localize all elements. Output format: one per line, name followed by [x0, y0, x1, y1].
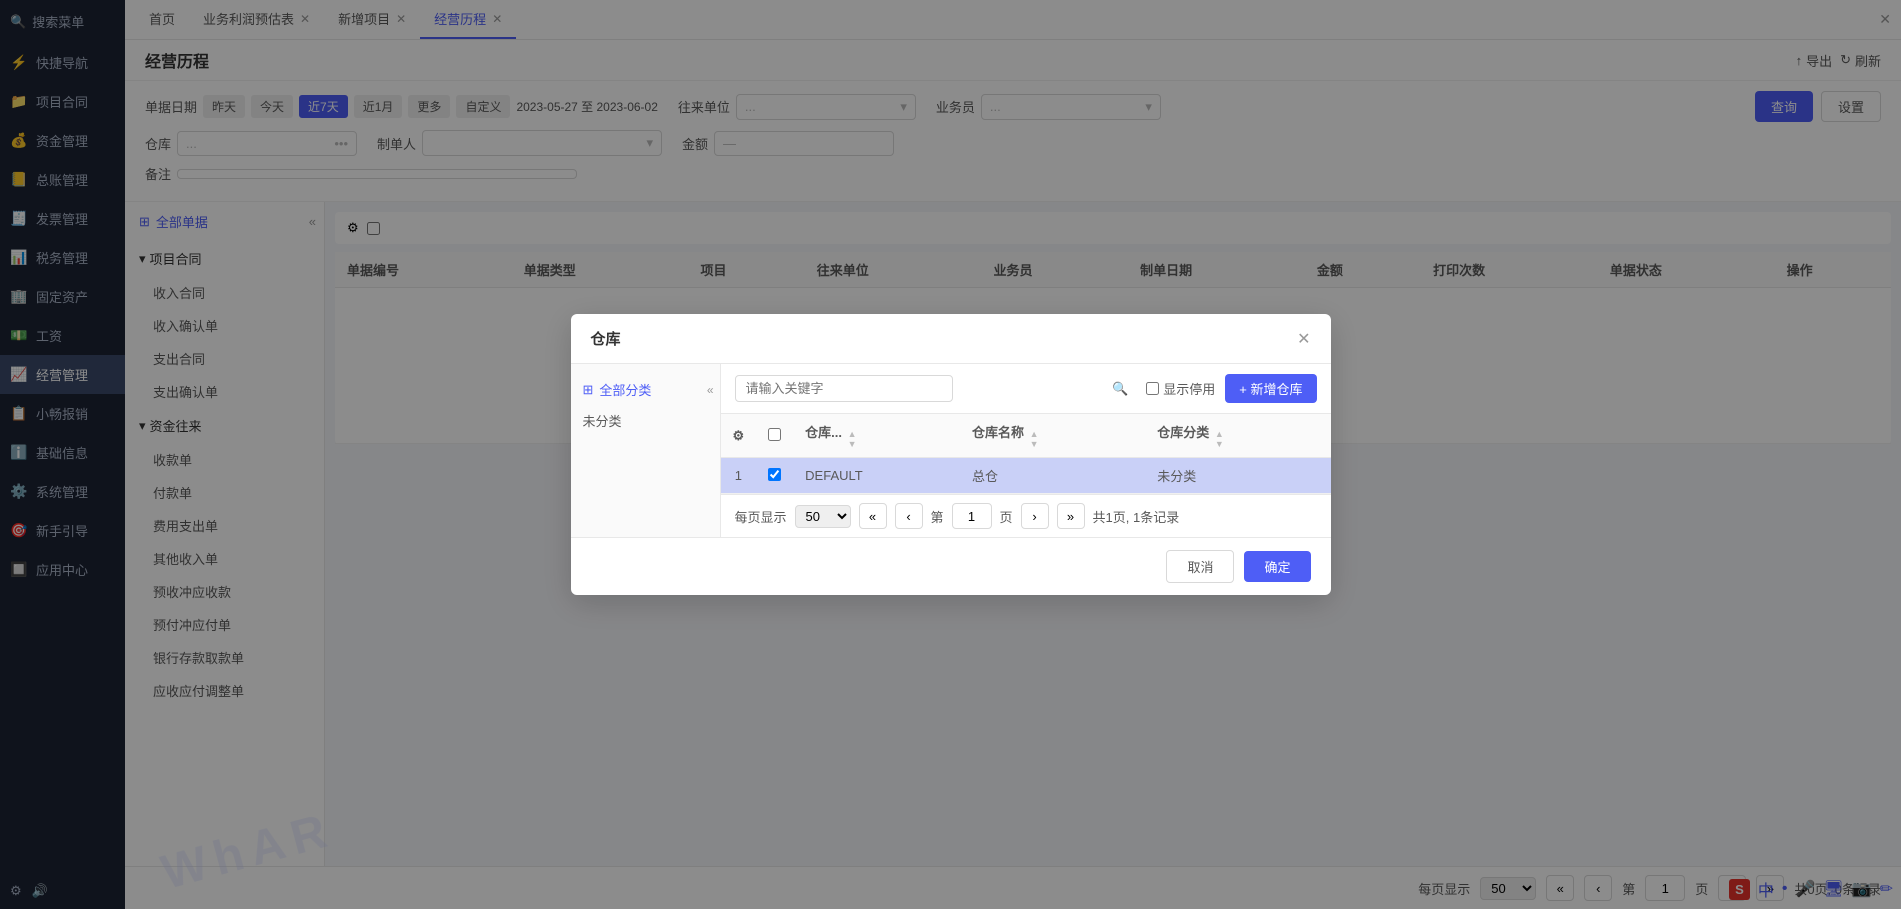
row-category-cell: 未分类	[1145, 458, 1330, 494]
warehouse-modal: 仓库 ✕ ⊞ 全部分类 « 未分类	[571, 314, 1331, 595]
show-disabled-checkbox[interactable]	[1146, 382, 1159, 395]
row-code-cell: DEFAULT	[793, 458, 960, 494]
modal-search-input[interactable]	[735, 375, 953, 402]
modal-overlay: 仓库 ✕ ⊞ 全部分类 « 未分类	[0, 0, 1901, 909]
modal-total-label: 共1页, 1条记录	[1093, 507, 1180, 526]
modal-body: ⊞ 全部分类 « 未分类 🔍 显示停用	[571, 364, 1331, 537]
modal-warehouse-table: ⚙ 仓库... ▲▼ 仓库名称 ▲▼	[721, 414, 1331, 494]
modal-per-page-label: 每页显示	[735, 507, 787, 526]
modal-sidebar-collapse[interactable]: «	[701, 377, 720, 403]
modal-close-btn[interactable]: ✕	[1297, 329, 1310, 349]
modal-sidebar: ⊞ 全部分类 « 未分类	[571, 364, 721, 537]
modal-page-unit: 页	[1000, 507, 1013, 526]
cancel-button[interactable]: 取消	[1166, 550, 1234, 583]
modal-col-code: 仓库... ▲▼	[793, 414, 960, 458]
modal-page-label-first: 第	[931, 507, 944, 526]
modal-header: 仓库 ✕	[571, 314, 1331, 364]
modal-select-all[interactable]	[768, 428, 781, 441]
modal-last-btn[interactable]: »	[1057, 503, 1085, 529]
modal-table-row[interactable]: 1 DEFAULT 总仓 未分类	[721, 458, 1331, 494]
modal-col-gear: ⚙	[721, 414, 757, 458]
row-name-cell: 总仓	[960, 458, 1145, 494]
modal-main: 🔍 显示停用 + 新增仓库 ⚙	[721, 364, 1331, 537]
confirm-button[interactable]: 确定	[1244, 551, 1310, 582]
modal-toolbar: 🔍 显示停用 + 新增仓库	[721, 364, 1331, 414]
add-warehouse-btn[interactable]: + 新增仓库	[1225, 374, 1316, 403]
modal-first-btn[interactable]: «	[859, 503, 887, 529]
show-disabled-label: 显示停用	[1163, 379, 1215, 398]
modal-table-area: ⚙ 仓库... ▲▼ 仓库名称 ▲▼	[721, 414, 1331, 494]
modal-page-size-select[interactable]: 50 100	[795, 505, 851, 528]
modal-prev-btn[interactable]: ‹	[895, 503, 923, 529]
modal-all-category-btn[interactable]: ⊞ 全部分类	[571, 374, 664, 405]
modal-footer-bar: 每页显示 50 100 « ‹ 第 页 › » 共1页, 1条记录	[721, 494, 1331, 537]
row-checkbox-cell[interactable]	[756, 458, 793, 494]
modal-col-checkbox	[756, 414, 793, 458]
grid-icon-modal: ⊞	[583, 382, 594, 398]
search-icon-modal: 🔍	[1112, 381, 1128, 397]
row-checkbox[interactable]	[768, 468, 781, 481]
modal-unclassified-item[interactable]: 未分类	[571, 405, 720, 436]
modal-search-wrap: 🔍	[735, 375, 1137, 402]
modal-next-btn[interactable]: ›	[1021, 503, 1049, 529]
modal-page-input[interactable]	[952, 503, 992, 529]
show-disabled-wrap: 显示停用	[1146, 379, 1215, 398]
row-gear-cell: 1	[721, 458, 757, 494]
modal-title: 仓库	[591, 328, 621, 349]
modal-actions: 取消 确定	[571, 537, 1331, 595]
modal-col-name: 仓库名称 ▲▼	[960, 414, 1145, 458]
modal-col-category: 仓库分类 ▲▼	[1145, 414, 1330, 458]
